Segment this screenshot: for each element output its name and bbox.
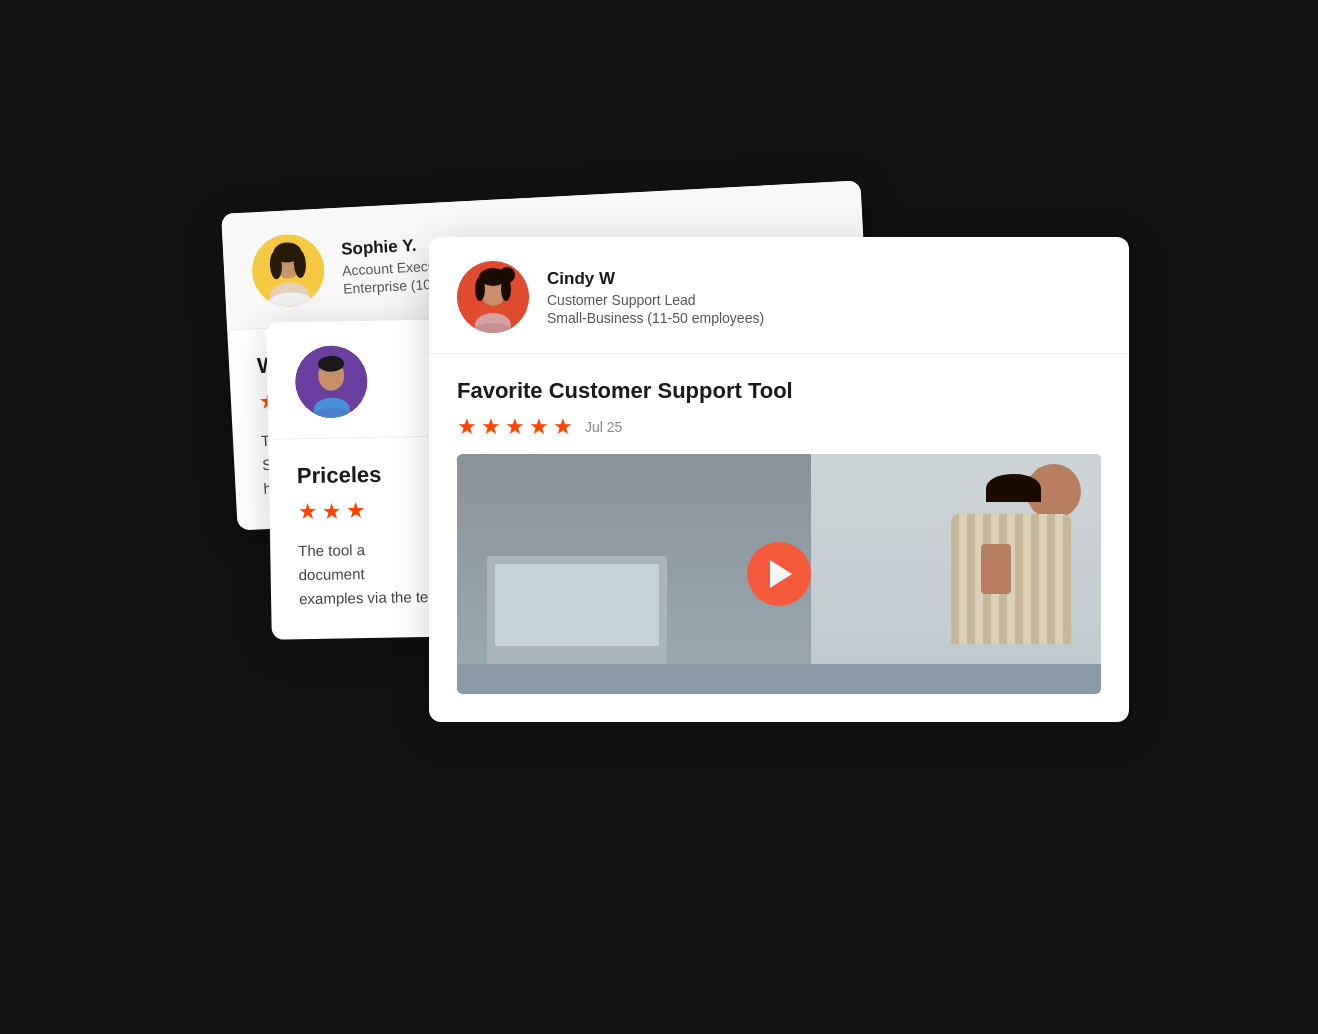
video-thumbnail[interactable] <box>457 454 1101 694</box>
avatar-sophie <box>250 233 326 309</box>
svg-point-15 <box>475 277 485 301</box>
user-role-cindy: Customer Support Lead <box>547 292 764 308</box>
profile-info-cindy: Cindy W Customer Support Lead Small-Busi… <box>547 269 764 326</box>
star-f3: ★ <box>505 414 525 440</box>
play-triangle-icon <box>770 560 792 588</box>
review-title-front: Favorite Customer Support Tool <box>457 378 1101 404</box>
svg-point-17 <box>499 267 515 283</box>
user-name-middle <box>385 352 390 372</box>
star-m2: ★ <box>321 498 341 524</box>
star-m3: ★ <box>345 498 365 524</box>
avatar-cindy <box>457 261 529 333</box>
star-f5: ★ <box>553 414 573 440</box>
profile-info-middle <box>385 352 391 409</box>
card-content-front: Favorite Customer Support Tool ★ ★ ★ ★ ★… <box>429 354 1129 722</box>
user-role-middle <box>385 375 390 391</box>
star-f2: ★ <box>481 414 501 440</box>
star-f4: ★ <box>529 414 549 440</box>
star-m1: ★ <box>297 499 317 525</box>
star-f1: ★ <box>457 414 477 440</box>
user-name-cindy: Cindy W <box>547 269 764 289</box>
avatar-male <box>295 345 368 418</box>
user-company-middle <box>386 393 391 409</box>
play-button[interactable] <box>747 542 811 606</box>
user-company-cindy: Small-Business (11-50 employees) <box>547 310 764 326</box>
stars-front: ★ ★ ★ ★ ★ Jul 25 <box>457 414 1101 440</box>
review-card-front: Cindy W Customer Support Lead Small-Busi… <box>429 237 1129 722</box>
video-overlay <box>457 454 1101 694</box>
review-date: Jul 25 <box>585 419 622 435</box>
profile-section-cindy: Cindy W Customer Support Lead Small-Busi… <box>429 237 1129 354</box>
